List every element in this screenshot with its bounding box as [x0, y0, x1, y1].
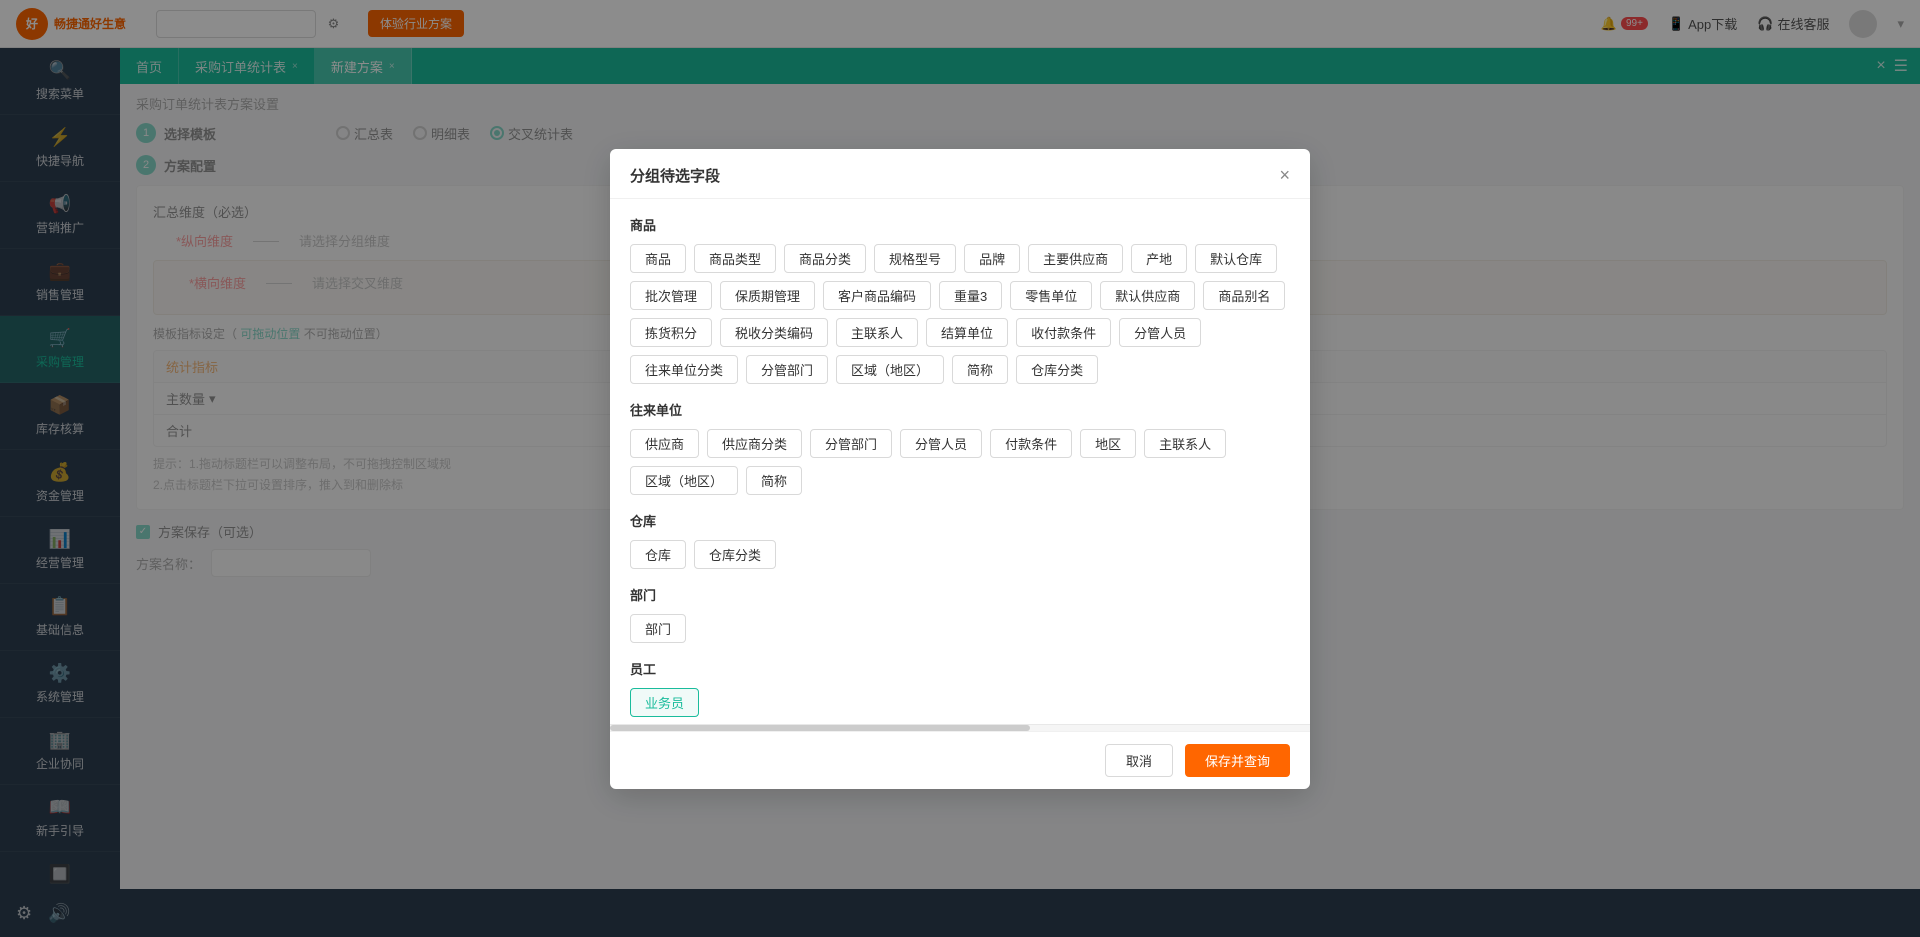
tag-pickup-points[interactable]: 拣货积分: [630, 318, 712, 347]
section-department-title: 部门: [630, 585, 1290, 604]
tag-product[interactable]: 商品: [630, 244, 686, 273]
tag-warehouse-category[interactable]: 仓库分类: [1016, 355, 1098, 384]
cancel-button[interactable]: 取消: [1105, 744, 1173, 777]
tag-wh[interactable]: 仓库: [630, 540, 686, 569]
department-tags: 部门: [630, 614, 1290, 643]
tag-product-category[interactable]: 商品分类: [784, 244, 866, 273]
tag-main-contact[interactable]: 主联系人: [836, 318, 918, 347]
tag-payment-condition[interactable]: 付款条件: [990, 429, 1072, 458]
tag-supplier[interactable]: 供应商: [630, 429, 699, 458]
section-employee-title: 员工: [630, 659, 1290, 678]
tag-wh-category[interactable]: 仓库分类: [694, 540, 776, 569]
tag-brand[interactable]: 品牌: [964, 244, 1020, 273]
tag-cp-region[interactable]: 地区: [1080, 429, 1136, 458]
modal-close-btn[interactable]: ×: [1279, 166, 1290, 184]
modal-title: 分组待选字段: [630, 165, 720, 186]
tag-from-unit-category[interactable]: 往来单位分类: [630, 355, 738, 384]
save-query-button[interactable]: 保存并查询: [1185, 744, 1290, 777]
tag-settlement-unit[interactable]: 结算单位: [926, 318, 1008, 347]
tag-cp-region2[interactable]: 区域（地区）: [630, 466, 738, 495]
tag-region[interactable]: 区域（地区）: [836, 355, 944, 384]
tag-short-name[interactable]: 简称: [952, 355, 1008, 384]
tag-tax-code[interactable]: 税收分类编码: [720, 318, 828, 347]
tag-batch-mgmt[interactable]: 批次管理: [630, 281, 712, 310]
modal-horizontal-scrollbar[interactable]: [610, 724, 1310, 731]
tag-cp-dept[interactable]: 分管部门: [810, 429, 892, 458]
tag-weight3[interactable]: 重量3: [939, 281, 1002, 310]
tag-sales-rep[interactable]: 业务员: [630, 688, 699, 717]
tag-mgmt-dept[interactable]: 分管部门: [746, 355, 828, 384]
modal-footer: 取消 保存并查询: [610, 731, 1310, 789]
section-counterpart-title: 往来单位: [630, 400, 1290, 419]
tag-supplier-category[interactable]: 供应商分类: [707, 429, 802, 458]
tag-payment-terms[interactable]: 收付款条件: [1016, 318, 1111, 347]
section-warehouse-title: 仓库: [630, 511, 1290, 530]
modal-overlay: 分组待选字段 × 商品 商品 商品类型 商品分类 规格型号 品牌 主要供应商 产…: [0, 0, 1920, 937]
tag-dept[interactable]: 部门: [630, 614, 686, 643]
tag-product-type[interactable]: 商品类型: [694, 244, 776, 273]
tag-manager[interactable]: 分管人员: [1119, 318, 1201, 347]
tag-default-warehouse[interactable]: 默认仓库: [1195, 244, 1277, 273]
tag-cp-manager[interactable]: 分管人员: [900, 429, 982, 458]
tag-expiry-mgmt[interactable]: 保质期管理: [720, 281, 815, 310]
modal-body: 商品 商品 商品类型 商品分类 规格型号 品牌 主要供应商 产地 默认仓库 批次…: [610, 199, 1310, 724]
warehouse-tags: 仓库 仓库分类: [630, 540, 1290, 569]
modal-header: 分组待选字段 ×: [610, 149, 1310, 199]
employee-tags: 业务员: [630, 688, 1290, 717]
tag-cp-short[interactable]: 简称: [746, 466, 802, 495]
product-tags: 商品 商品类型 商品分类 规格型号 品牌 主要供应商 产地 默认仓库 批次管理 …: [630, 244, 1290, 384]
tag-default-supplier[interactable]: 默认供应商: [1100, 281, 1195, 310]
tag-customer-code[interactable]: 客户商品编码: [823, 281, 931, 310]
tag-cp-contact[interactable]: 主联系人: [1144, 429, 1226, 458]
counterpart-tags: 供应商 供应商分类 分管部门 分管人员 付款条件 地区 主联系人 区域（地区） …: [630, 429, 1290, 495]
section-product-title: 商品: [630, 215, 1290, 234]
tag-retail-unit[interactable]: 零售单位: [1010, 281, 1092, 310]
tag-spec-type[interactable]: 规格型号: [874, 244, 956, 273]
modal-dialog: 分组待选字段 × 商品 商品 商品类型 商品分类 规格型号 品牌 主要供应商 产…: [610, 149, 1310, 789]
tag-origin[interactable]: 产地: [1131, 244, 1187, 273]
tag-main-supplier[interactable]: 主要供应商: [1028, 244, 1123, 273]
tag-product-alias[interactable]: 商品别名: [1203, 281, 1285, 310]
hscroll-thumb: [610, 725, 1030, 731]
